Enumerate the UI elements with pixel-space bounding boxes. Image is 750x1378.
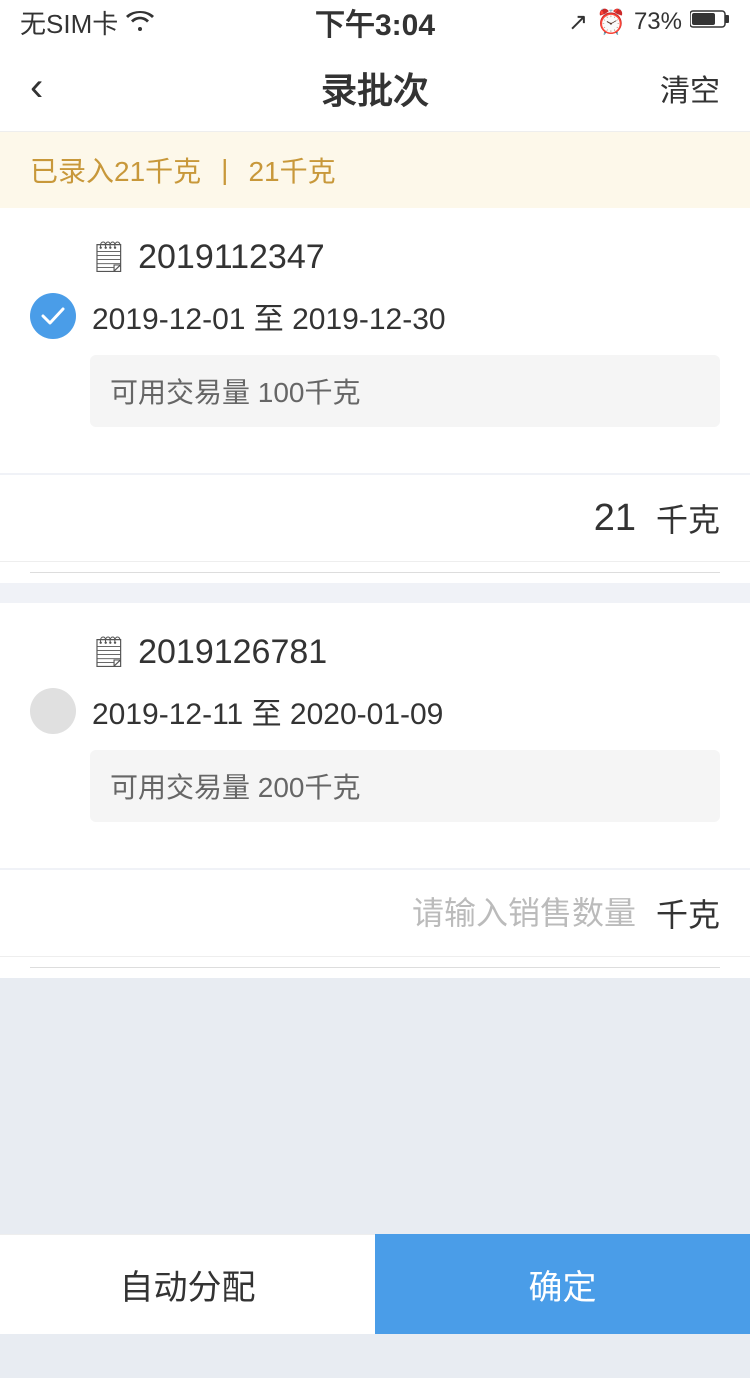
sim-text: 无SIM卡 xyxy=(20,4,118,41)
status-right: ↗ ⏰ 73% xyxy=(568,8,730,37)
battery-percent: 73% xyxy=(634,8,682,36)
alarm-icon: ⏰ xyxy=(596,8,626,37)
auto-distribute-button[interactable]: 自动分配 xyxy=(0,1234,375,1334)
status-bar: 无SIM卡 下午3:04 ↗ ⏰ 73% xyxy=(0,0,750,44)
status-left: 无SIM卡 xyxy=(20,4,154,41)
batch-date-row-2: 2019-12-11 至 2020-01-09 xyxy=(30,688,720,734)
batch-card-2: 🗒 2019126781 2019-12-11 至 2020-01-09 可用交… xyxy=(0,603,750,868)
summary-divider: | xyxy=(221,154,228,186)
separator-1 xyxy=(30,572,720,573)
amount-value-1: 21 xyxy=(594,497,636,540)
confirm-button[interactable]: 确定 xyxy=(375,1234,750,1334)
batch-doc-icon-2: 🗒 xyxy=(90,635,128,670)
batch-available-2: 可用交易量 200千克 xyxy=(90,750,720,822)
wifi-icon xyxy=(126,7,154,38)
batch-header-2: 🗒 2019126781 xyxy=(30,633,720,672)
batch-available-1: 可用交易量 100千克 xyxy=(90,355,720,427)
clear-button[interactable]: 清空 xyxy=(660,66,720,110)
page-title: 录批次 xyxy=(321,62,429,114)
status-time: 下午3:04 xyxy=(315,0,435,44)
separator-2 xyxy=(30,967,720,968)
batch-date-row-1: 2019-12-01 至 2019-12-30 xyxy=(30,293,720,339)
batch-date-1: 2019-12-01 至 2019-12-30 xyxy=(92,294,446,338)
batch-number-2: 2019126781 xyxy=(138,633,327,672)
batch-card-1: 🗒 2019112347 2019-12-01 至 2019-12-30 可用交… xyxy=(0,208,750,473)
amount-input-row-2: 千克 xyxy=(0,870,750,957)
batch-header-1: 🗒 2019112347 xyxy=(30,238,720,277)
amount-row-1: 21 千克 xyxy=(0,475,750,562)
summary-bar: 已录入21千克 | 21千克 xyxy=(0,132,750,208)
batch-number-1: 2019112347 xyxy=(138,238,325,277)
summary-recorded: 已录入21千克 xyxy=(30,150,201,190)
location-icon: ↗ xyxy=(568,8,588,37)
batch-checkbox-2[interactable] xyxy=(30,688,76,734)
back-button[interactable]: ‹ xyxy=(30,65,90,110)
battery-icon xyxy=(690,8,730,36)
amount-wrapper-1: 21 千克 xyxy=(0,475,750,583)
batch-date-2: 2019-12-11 至 2020-01-09 xyxy=(92,689,443,733)
bottom-bar: 自动分配 确定 xyxy=(0,1234,750,1334)
amount-input-2[interactable] xyxy=(30,895,636,932)
batch-doc-icon-1: 🗒 xyxy=(90,240,128,275)
amount-unit-2: 千克 xyxy=(656,890,720,936)
amount-unit-1: 千克 xyxy=(656,495,720,541)
amount-wrapper-2: 千克 xyxy=(0,870,750,978)
batch-checkbox-1[interactable] xyxy=(30,293,76,339)
summary-total: 21千克 xyxy=(248,150,335,190)
nav-bar: ‹ 录批次 清空 xyxy=(0,44,750,132)
